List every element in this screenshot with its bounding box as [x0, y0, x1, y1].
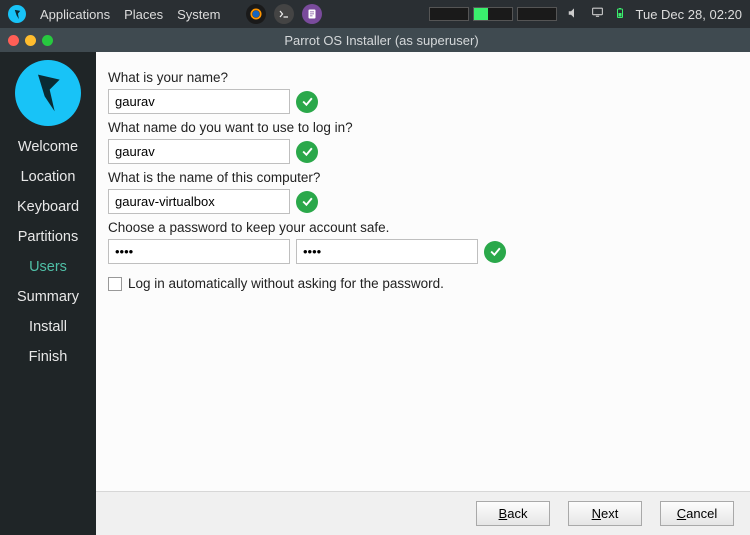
- menu-system[interactable]: System: [177, 7, 220, 22]
- clock[interactable]: Tue Dec 28, 02:20: [636, 7, 742, 22]
- name-input[interactable]: [108, 89, 290, 114]
- sidebar-item-partitions[interactable]: Partitions: [0, 222, 96, 252]
- topbar-left: Applications Places System: [8, 4, 322, 24]
- users-form: What is your name? What name do you want…: [96, 52, 750, 491]
- password-label: Choose a password to keep your account s…: [108, 220, 738, 235]
- sidebar-item-finish[interactable]: Finish: [0, 342, 96, 372]
- sidebar-logo-icon: [15, 60, 81, 126]
- system-indicators: [429, 7, 557, 21]
- window-titlebar: Parrot OS Installer (as superuser): [0, 28, 750, 52]
- autologin-row[interactable]: Log in automatically without asking for …: [108, 276, 738, 291]
- next-rest: ext: [601, 506, 618, 521]
- file-icon[interactable]: [302, 4, 322, 24]
- cancel-rest: ancel: [686, 506, 717, 521]
- topbar-right: Tue Dec 28, 02:20: [429, 6, 742, 23]
- firefox-icon[interactable]: [246, 4, 266, 24]
- sidebar-item-install[interactable]: Install: [0, 312, 96, 342]
- button-bar: Back Next Cancel: [96, 491, 750, 535]
- password-input[interactable]: [108, 239, 290, 264]
- cancel-button[interactable]: Cancel: [660, 501, 734, 526]
- login-input[interactable]: [108, 139, 290, 164]
- back-button[interactable]: Back: [476, 501, 550, 526]
- parrot-logo-icon[interactable]: [8, 5, 26, 23]
- login-label: What name do you want to use to log in?: [108, 120, 738, 135]
- hostname-input[interactable]: [108, 189, 290, 214]
- battery-icon[interactable]: [614, 6, 626, 23]
- menu-places[interactable]: Places: [124, 7, 163, 22]
- password-confirm-input[interactable]: [296, 239, 478, 264]
- back-rest: ack: [507, 506, 527, 521]
- cpu-indicator: [429, 7, 469, 21]
- check-icon: [296, 191, 318, 213]
- window-title: Parrot OS Installer (as superuser): [61, 33, 742, 48]
- window-close-button[interactable]: [8, 35, 19, 46]
- window-minimize-button[interactable]: [25, 35, 36, 46]
- sidebar-item-users[interactable]: Users: [0, 252, 96, 282]
- display-icon[interactable]: [591, 6, 604, 22]
- name-label: What is your name?: [108, 70, 738, 85]
- sidebar-item-summary[interactable]: Summary: [0, 282, 96, 312]
- quick-launch: [246, 4, 322, 24]
- desktop-top-panel: Applications Places System: [0, 0, 750, 28]
- menu-applications[interactable]: Applications: [40, 7, 110, 22]
- autologin-checkbox[interactable]: [108, 277, 122, 291]
- volume-icon[interactable]: [567, 6, 581, 23]
- net-indicator: [517, 7, 557, 21]
- window-maximize-button[interactable]: [42, 35, 53, 46]
- sidebar: Welcome Location Keyboard Partitions Use…: [0, 52, 96, 535]
- terminal-icon[interactable]: [274, 4, 294, 24]
- window-controls: [8, 35, 53, 46]
- installer-body: Welcome Location Keyboard Partitions Use…: [0, 52, 750, 535]
- sidebar-item-location[interactable]: Location: [0, 162, 96, 192]
- sidebar-item-keyboard[interactable]: Keyboard: [0, 192, 96, 222]
- hostname-label: What is the name of this computer?: [108, 170, 738, 185]
- check-icon: [296, 141, 318, 163]
- autologin-label: Log in automatically without asking for …: [128, 276, 444, 291]
- mem-indicator: [473, 7, 513, 21]
- check-icon: [296, 91, 318, 113]
- check-icon: [484, 241, 506, 263]
- sidebar-item-welcome[interactable]: Welcome: [0, 132, 96, 162]
- main-panel: What is your name? What name do you want…: [96, 52, 750, 535]
- next-button[interactable]: Next: [568, 501, 642, 526]
